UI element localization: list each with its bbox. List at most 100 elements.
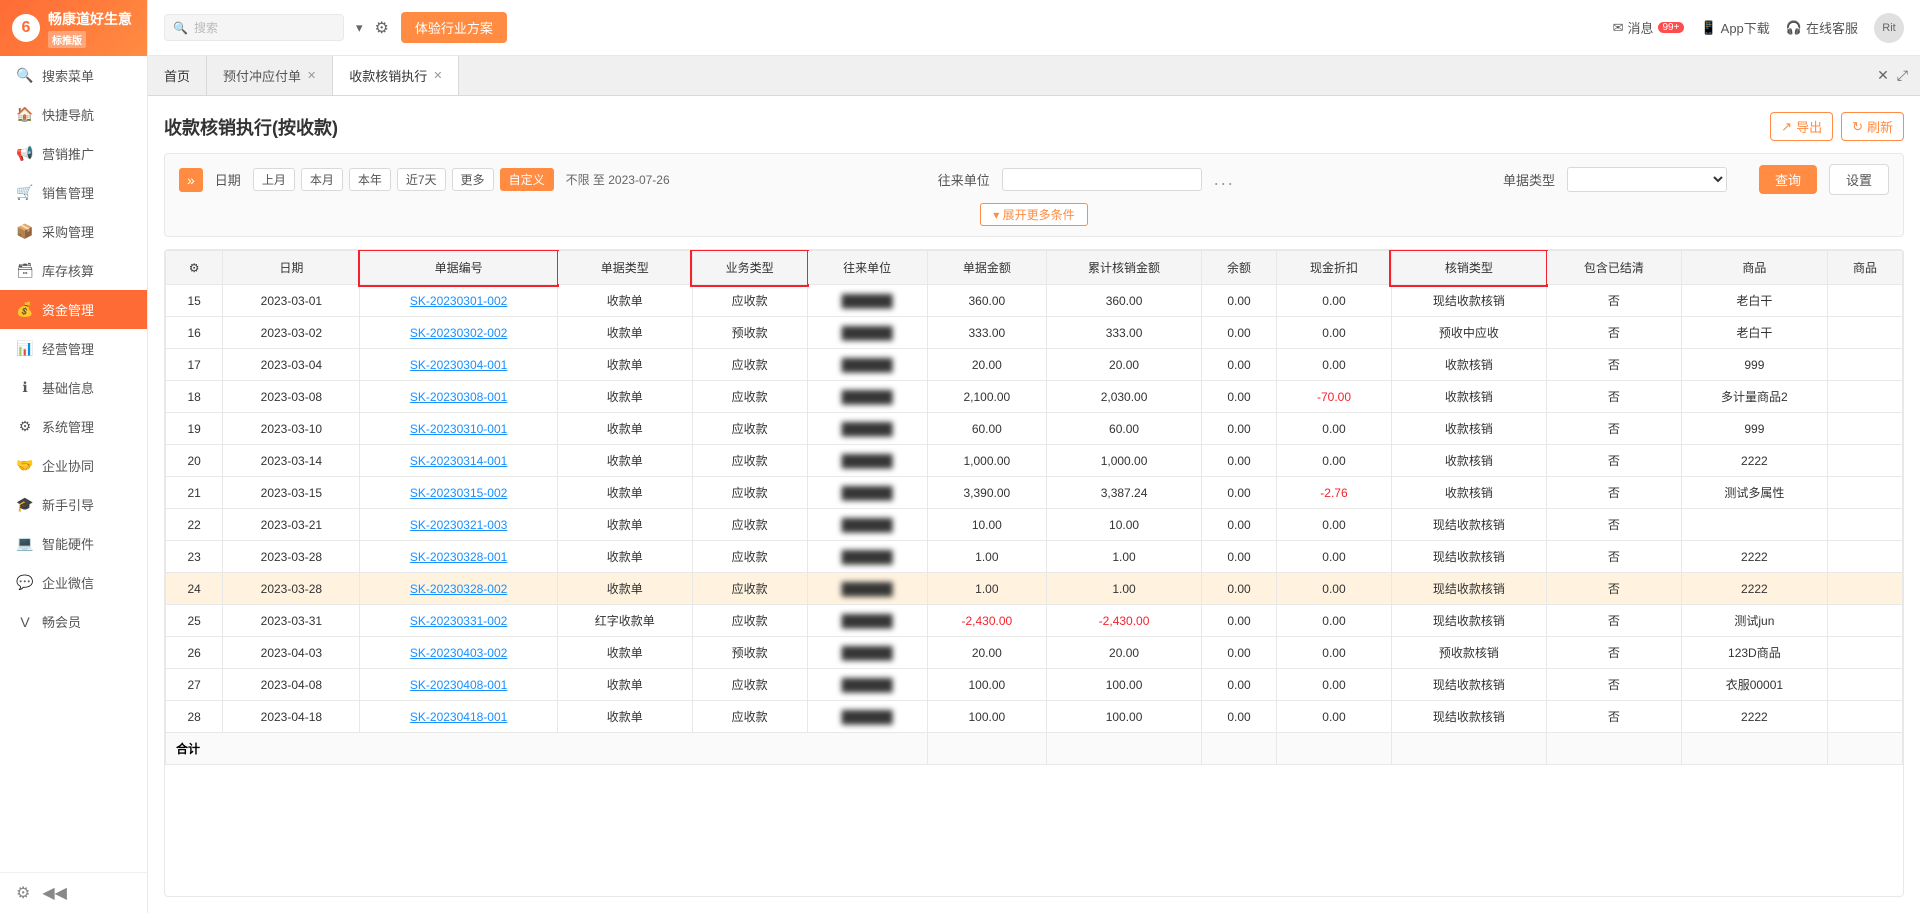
table-row: 242023-03-28SK-20230328-002收款单应收款██████1…: [166, 573, 1903, 605]
page-title: 收款核销执行(按收款): [164, 114, 338, 140]
cell-date: 2023-03-28: [223, 541, 360, 573]
cell-date: 2023-04-18: [223, 701, 360, 733]
guide-icon: 🎓: [16, 496, 34, 513]
settings-filter-button[interactable]: 设置: [1829, 164, 1889, 195]
user-avatar[interactable]: Rit: [1874, 13, 1904, 43]
cell-doc-no[interactable]: SK-20230314-001: [360, 445, 557, 477]
close-window-icon[interactable]: ✕: [1877, 67, 1889, 84]
cell-verified: 360.00: [1047, 285, 1202, 317]
cell-date: 2023-03-10: [223, 413, 360, 445]
export-button[interactable]: ↗ 导出: [1770, 112, 1833, 141]
cell-goods2: [1827, 477, 1902, 509]
sidebar-item-basic[interactable]: ℹ 基础信息: [0, 368, 147, 407]
cell-doc-no[interactable]: SK-20230308-001: [360, 381, 557, 413]
date-more-btn[interactable]: 更多: [452, 168, 494, 191]
settings-icon[interactable]: ⚙: [16, 883, 30, 903]
expand-conditions-btn[interactable]: ▾ 展开更多条件: [980, 203, 1087, 226]
sidebar-item-purchase[interactable]: 📦 采购管理: [0, 212, 147, 251]
cell-doc-no[interactable]: SK-20230310-001: [360, 413, 557, 445]
col-settings[interactable]: ⚙: [166, 251, 223, 285]
sidebar-item-sales[interactable]: 🛒 销售管理: [0, 173, 147, 212]
doc-type-filter-select[interactable]: [1567, 167, 1727, 192]
sidebar-item-search[interactable]: 🔍 搜索菜单: [0, 56, 147, 95]
search-topbar-icon: 🔍: [173, 21, 188, 35]
cell-partner: ██████: [807, 413, 927, 445]
tab-close-collection[interactable]: ✕: [433, 69, 442, 82]
sidebar-item-hardware[interactable]: 💻 智能硬件: [0, 524, 147, 563]
cell-partner: ██████: [807, 573, 927, 605]
cell-goods2: [1827, 317, 1902, 349]
phone-icon: 📱: [1700, 20, 1716, 36]
sidebar-item-system[interactable]: ⚙ 系统管理: [0, 407, 147, 446]
message-action[interactable]: ✉ 消息 99+: [1613, 18, 1685, 37]
cell-doc-no[interactable]: SK-20230315-002: [360, 477, 557, 509]
date-this-year-btn[interactable]: 本年: [349, 168, 391, 191]
export-icon: ↗: [1781, 119, 1792, 135]
sidebar-item-wechat[interactable]: 💬 企业微信: [0, 563, 147, 602]
doc-type-filter-label: 单据类型: [1503, 170, 1555, 189]
sidebar-item-ops[interactable]: 📊 经营管理: [0, 329, 147, 368]
cell-included: 否: [1546, 701, 1681, 733]
solution-button[interactable]: 体验行业方案: [401, 12, 507, 43]
cell-doc-no[interactable]: SK-20230302-002: [360, 317, 557, 349]
sidebar-item-quicknav[interactable]: 🏠 快捷导航: [0, 95, 147, 134]
online-service-action[interactable]: 🎧 在线客服: [1786, 18, 1858, 37]
dropdown-arrow-icon[interactable]: ▾: [356, 20, 363, 36]
cell-verify-type: 收款核销: [1391, 413, 1546, 445]
topbar-gear-icon[interactable]: ⚙: [375, 18, 389, 38]
cell-verify-type: 现结收款核销: [1391, 605, 1546, 637]
cell-doc-no[interactable]: SK-20230321-003: [360, 509, 557, 541]
cell-amount: 100.00: [927, 669, 1046, 701]
partner-filter-input[interactable]: [1002, 168, 1202, 191]
table-row: 222023-03-21SK-20230321-003收款单应收款██████1…: [166, 509, 1903, 541]
sidebar-item-corp[interactable]: 🤝 企业协同: [0, 446, 147, 485]
cell-doc-no[interactable]: SK-20230328-001: [360, 541, 557, 573]
cell-goods1: [1681, 509, 1827, 541]
tab-payable[interactable]: 预付冲应付单 ✕: [207, 56, 333, 95]
cell-discount: 0.00: [1277, 509, 1392, 541]
cell-amount: 20.00: [927, 637, 1046, 669]
system-icon: ⚙: [16, 418, 34, 435]
tab-close-payable[interactable]: ✕: [307, 69, 316, 82]
page-header: 收款核销执行(按收款) ↗ 导出 ↻ 刷新: [164, 112, 1904, 141]
cell-doc-no[interactable]: SK-20230403-002: [360, 637, 557, 669]
query-button[interactable]: 查询: [1759, 165, 1817, 194]
sidebar-item-guide[interactable]: 🎓 新手引导: [0, 485, 147, 524]
refresh-button[interactable]: ↻ 刷新: [1841, 112, 1904, 141]
date-custom-btn[interactable]: 自定义: [500, 168, 554, 191]
cell-doc-no[interactable]: SK-20230301-002: [360, 285, 557, 317]
tab-home[interactable]: 首页: [148, 56, 207, 95]
cell-doc-no[interactable]: SK-20230328-002: [360, 573, 557, 605]
collapse-icon[interactable]: ◀◀: [42, 883, 67, 903]
cell-partner: ██████: [807, 317, 927, 349]
data-table-container[interactable]: ⚙ 日期 单据编号 单据类型 业务类型 往来单位 单据金额 累计核销金额 余额 …: [164, 249, 1904, 897]
cell-doc-no[interactable]: SK-20230408-001: [360, 669, 557, 701]
expand-window-icon[interactable]: ⤢: [1897, 67, 1908, 84]
sidebar-item-marketing[interactable]: 📢 营销推广: [0, 134, 147, 173]
partner-filter-label: 往来单位: [938, 170, 990, 189]
cell-num: 23: [166, 541, 223, 573]
table-row: 262023-04-03SK-20230403-002收款单预收款██████2…: [166, 637, 1903, 669]
cell-num: 19: [166, 413, 223, 445]
col-balance: 余额: [1202, 251, 1277, 285]
sidebar-item-inventory[interactable]: 🗃 库存核算: [0, 251, 147, 290]
cell-discount: 0.00: [1277, 605, 1392, 637]
date-this-month-btn[interactable]: 本月: [301, 168, 343, 191]
date-last-month-btn[interactable]: 上月: [253, 168, 295, 191]
cell-discount: -70.00: [1277, 381, 1392, 413]
cell-doc-no[interactable]: SK-20230304-001: [360, 349, 557, 381]
cell-doc-type: 收款单: [557, 381, 692, 413]
app-download-action[interactable]: 📱 App下载: [1700, 18, 1769, 37]
topbar-search[interactable]: 🔍 搜索: [164, 14, 344, 41]
tab-collection[interactable]: 收款核销执行 ✕: [333, 56, 459, 95]
cell-num: 15: [166, 285, 223, 317]
cell-doc-no[interactable]: SK-20230418-001: [360, 701, 557, 733]
cell-num: 22: [166, 509, 223, 541]
sidebar-item-finance[interactable]: 💰 资金管理: [0, 290, 147, 329]
date-7days-btn[interactable]: 近7天: [397, 168, 446, 191]
sidebar-item-member[interactable]: V 畅会员: [0, 602, 147, 641]
message-icon: ✉: [1613, 20, 1624, 36]
cell-doc-no[interactable]: SK-20230331-002: [360, 605, 557, 637]
filter-toggle-btn[interactable]: »: [179, 168, 203, 192]
cell-goods2: [1827, 349, 1902, 381]
